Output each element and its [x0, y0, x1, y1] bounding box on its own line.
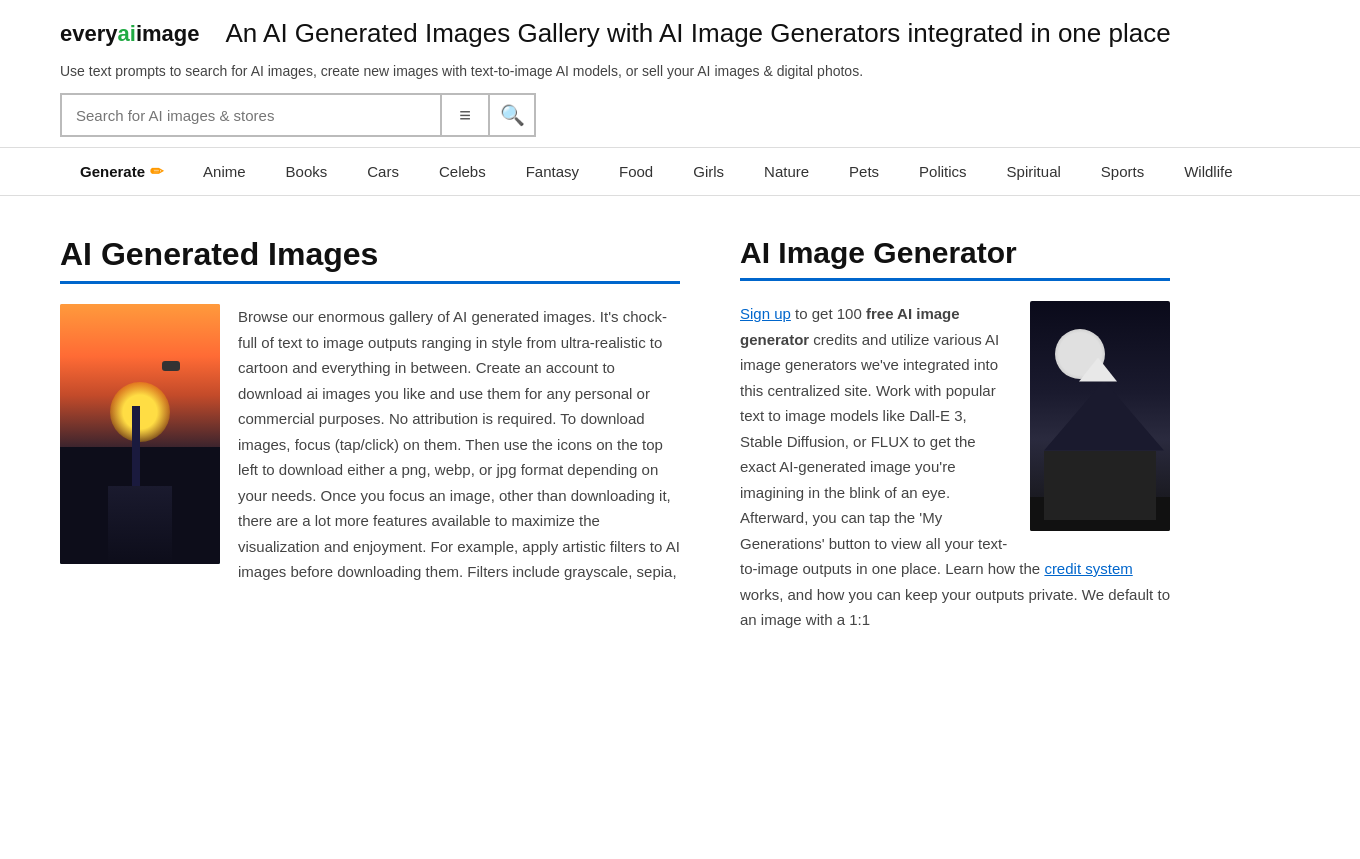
search-button[interactable]: 🔍 — [488, 93, 536, 137]
mountain-element — [1044, 381, 1164, 451]
logo[interactable]: everyaiimage — [60, 21, 199, 47]
header: everyaiimage An AI Generated Images Gall… — [0, 0, 1360, 147]
nav-generate[interactable]: Generate ✏ — [60, 148, 183, 195]
nav-item-cars[interactable]: Cars — [347, 149, 419, 194]
nav-label-books: Books — [286, 163, 328, 180]
nav-item-anime[interactable]: Anime — [183, 149, 266, 194]
nav-label-food: Food — [619, 163, 653, 180]
nav-label-fantasy: Fantasy — [526, 163, 579, 180]
nav-label-anime: Anime — [203, 163, 246, 180]
generate-label: Generate — [80, 163, 145, 180]
city-sun — [110, 382, 170, 442]
credit-link[interactable]: credit system — [1044, 560, 1132, 577]
nav-label-sports: Sports — [1101, 163, 1144, 180]
nav-item-wildlife[interactable]: Wildlife — [1164, 149, 1252, 194]
right-column: AI Image Generator Sign up to get 100 fr… — [740, 236, 1170, 633]
left-body-text: Browse our enormous gallery of AI genera… — [60, 304, 680, 585]
nav-label-nature: Nature — [764, 163, 809, 180]
left-column: AI Generated Images Browse our enormous … — [60, 236, 680, 633]
right-divider — [740, 278, 1170, 281]
car-image[interactable] — [1030, 301, 1170, 531]
to-get-label: to get 100 — [795, 305, 862, 322]
search-row: ≡ 🔍 — [60, 93, 1300, 137]
filter-button[interactable]: ≡ — [440, 93, 488, 137]
nav-label-cars: Cars — [367, 163, 399, 180]
nav-label-celebs: Celebs — [439, 163, 486, 180]
right-body2-text: works, and how you can keep your outputs… — [740, 586, 1170, 629]
nav-item-books[interactable]: Books — [266, 149, 348, 194]
header-top: everyaiimage An AI Generated Images Gall… — [60, 18, 1300, 49]
search-icon: 🔍 — [500, 103, 525, 127]
city-illustration — [60, 304, 220, 564]
car-illustration — [1030, 301, 1170, 531]
city-image[interactable] — [60, 304, 220, 564]
nav-label-politics: Politics — [919, 163, 967, 180]
nav-item-fantasy[interactable]: Fantasy — [506, 149, 599, 194]
helicopter-icon — [162, 361, 180, 371]
logo-image: image — [136, 21, 200, 47]
city-road — [108, 486, 172, 564]
nav-item-spiritual[interactable]: Spiritual — [987, 149, 1081, 194]
main-content: AI Generated Images Browse our enormous … — [0, 196, 1360, 673]
signup-link[interactable]: Sign up — [740, 305, 791, 322]
nav-label-girls: Girls — [693, 163, 724, 180]
nav-item-food[interactable]: Food — [599, 149, 673, 194]
logo-ai: ai — [118, 21, 136, 47]
right-body-text: Sign up to get 100 free AI image generat… — [740, 301, 1170, 633]
right-section-title: AI Image Generator — [740, 236, 1170, 270]
nav-item-celebs[interactable]: Celebs — [419, 149, 506, 194]
filter-icon: ≡ — [459, 104, 471, 127]
subheader-text: Use text prompts to search for AI images… — [60, 63, 1300, 79]
nav-label-spiritual: Spiritual — [1007, 163, 1061, 180]
generate-icon: ✏ — [150, 162, 163, 181]
right-body1-text: credits and utilize various AI image gen… — [740, 331, 1040, 578]
left-divider — [60, 281, 680, 284]
city-tower — [132, 406, 140, 486]
header-tagline: An AI Generated Images Gallery with AI I… — [225, 18, 1170, 49]
nav-item-sports[interactable]: Sports — [1081, 149, 1164, 194]
nav-item-girls[interactable]: Girls — [673, 149, 744, 194]
car-body — [1044, 451, 1156, 520]
search-input[interactable] — [60, 93, 440, 137]
left-body: Browse our enormous gallery of AI genera… — [238, 308, 680, 580]
nav-label-wildlife: Wildlife — [1184, 163, 1232, 180]
nav-label-pets: Pets — [849, 163, 879, 180]
nav-item-nature[interactable]: Nature — [744, 149, 829, 194]
nav-bar: Generate ✏ Anime Books Cars Celebs Fanta… — [0, 147, 1360, 196]
nav-item-pets[interactable]: Pets — [829, 149, 899, 194]
nav-item-politics[interactable]: Politics — [899, 149, 987, 194]
logo-every: every — [60, 21, 118, 47]
left-section-title: AI Generated Images — [60, 236, 680, 273]
